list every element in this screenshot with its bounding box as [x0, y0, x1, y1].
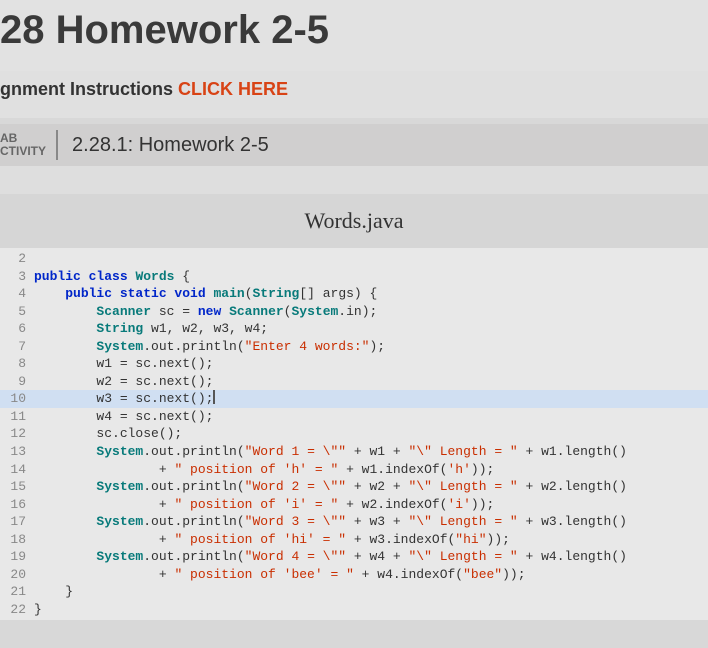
spacer — [0, 166, 708, 194]
code-content[interactable]: w3 = sc.next(); — [34, 390, 708, 408]
line-number: 14 — [0, 461, 34, 479]
line-number: 22 — [0, 601, 34, 619]
code-line[interactable]: 5 Scanner sc = new Scanner(System.in); — [0, 303, 708, 321]
line-number: 13 — [0, 443, 34, 461]
code-line[interactable]: 6 String w1, w2, w3, w4; — [0, 320, 708, 338]
code-line[interactable]: 19 System.out.println("Word 4 = \"" + w4… — [0, 548, 708, 566]
code-line[interactable]: 2 — [0, 250, 708, 268]
code-line[interactable]: 13 System.out.println("Word 1 = \"" + w1… — [0, 443, 708, 461]
text-cursor — [213, 390, 215, 404]
line-number: 4 — [0, 285, 34, 303]
code-content[interactable] — [34, 250, 708, 268]
code-line[interactable]: 20 + " position of 'bee' = " + w4.indexO… — [0, 566, 708, 584]
code-content[interactable]: sc.close(); — [34, 425, 708, 443]
code-line[interactable]: 16 + " position of 'i' = " + w2.indexOf(… — [0, 496, 708, 514]
code-content[interactable]: w1 = sc.next(); — [34, 355, 708, 373]
code-line[interactable]: 9 w2 = sc.next(); — [0, 373, 708, 391]
code-line[interactable]: 10 w3 = sc.next(); — [0, 390, 708, 408]
code-line[interactable]: 7 System.out.println("Enter 4 words:"); — [0, 338, 708, 356]
code-content[interactable]: } — [34, 583, 708, 601]
code-content[interactable]: + " position of 'h' = " + w1.indexOf('h'… — [34, 461, 708, 479]
code-line[interactable]: 17 System.out.println("Word 3 = \"" + w3… — [0, 513, 708, 531]
line-number: 5 — [0, 303, 34, 321]
line-number: 7 — [0, 338, 34, 356]
code-content[interactable]: String w1, w2, w3, w4; — [34, 320, 708, 338]
code-line[interactable]: 4 public static void main(String[] args)… — [0, 285, 708, 303]
code-content[interactable]: public class Words { — [34, 268, 708, 286]
activity-bar: AB CTIVITY 2.28.1: Homework 2-5 — [0, 124, 708, 166]
code-line[interactable]: 14 + " position of 'h' = " + w1.indexOf(… — [0, 461, 708, 479]
code-content[interactable]: System.out.println("Word 1 = \"" + w1 + … — [34, 443, 708, 461]
line-number: 15 — [0, 478, 34, 496]
code-line[interactable]: 15 System.out.println("Word 2 = \"" + w2… — [0, 478, 708, 496]
line-number: 9 — [0, 373, 34, 391]
code-line[interactable]: 18 + " position of 'hi' = " + w3.indexOf… — [0, 531, 708, 549]
instructions-label: gnment Instructions — [0, 79, 178, 99]
code-content[interactable]: System.out.println("Enter 4 words:"); — [34, 338, 708, 356]
line-number: 8 — [0, 355, 34, 373]
line-number: 21 — [0, 583, 34, 601]
filename-bar: Words.java — [0, 194, 708, 248]
line-number: 11 — [0, 408, 34, 426]
activity-badge: AB CTIVITY — [0, 132, 56, 158]
code-content[interactable]: + " position of 'i' = " + w2.indexOf('i'… — [34, 496, 708, 514]
code-content[interactable]: public static void main(String[] args) { — [34, 285, 708, 303]
code-content[interactable]: System.out.println("Word 3 = \"" + w3 + … — [34, 513, 708, 531]
code-editor[interactable]: 23public class Words {4 public static vo… — [0, 248, 708, 620]
code-content[interactable]: + " position of 'hi' = " + w3.indexOf("h… — [34, 531, 708, 549]
code-line[interactable]: 21 } — [0, 583, 708, 601]
page-title: 28 Homework 2-5 — [0, 0, 708, 71]
code-line[interactable]: 22} — [0, 601, 708, 619]
line-number: 18 — [0, 531, 34, 549]
code-content[interactable]: System.out.println("Word 4 = \"" + w4 + … — [34, 548, 708, 566]
divider — [56, 130, 58, 160]
code-line[interactable]: 3public class Words { — [0, 268, 708, 286]
line-number: 10 — [0, 390, 34, 408]
code-line[interactable]: 8 w1 = sc.next(); — [0, 355, 708, 373]
code-content[interactable]: } — [34, 601, 708, 619]
line-number: 20 — [0, 566, 34, 584]
activity-title: 2.28.1: Homework 2-5 — [72, 134, 269, 157]
code-content[interactable]: Scanner sc = new Scanner(System.in); — [34, 303, 708, 321]
code-content[interactable]: w4 = sc.next(); — [34, 408, 708, 426]
line-number: 6 — [0, 320, 34, 338]
line-number: 12 — [0, 425, 34, 443]
code-content[interactable]: System.out.println("Word 2 = \"" + w2 + … — [34, 478, 708, 496]
code-line[interactable]: 12 sc.close(); — [0, 425, 708, 443]
code-line[interactable]: 11 w4 = sc.next(); — [0, 408, 708, 426]
instructions-row: gnment Instructions CLICK HERE — [0, 71, 708, 118]
line-number: 16 — [0, 496, 34, 514]
line-number: 2 — [0, 250, 34, 268]
line-number: 19 — [0, 548, 34, 566]
line-number: 3 — [0, 268, 34, 286]
line-number: 17 — [0, 513, 34, 531]
code-content[interactable]: w2 = sc.next(); — [34, 373, 708, 391]
badge-line2: CTIVITY — [0, 145, 46, 158]
code-content[interactable]: + " position of 'bee' = " + w4.indexOf("… — [34, 566, 708, 584]
instructions-link[interactable]: CLICK HERE — [178, 79, 288, 99]
